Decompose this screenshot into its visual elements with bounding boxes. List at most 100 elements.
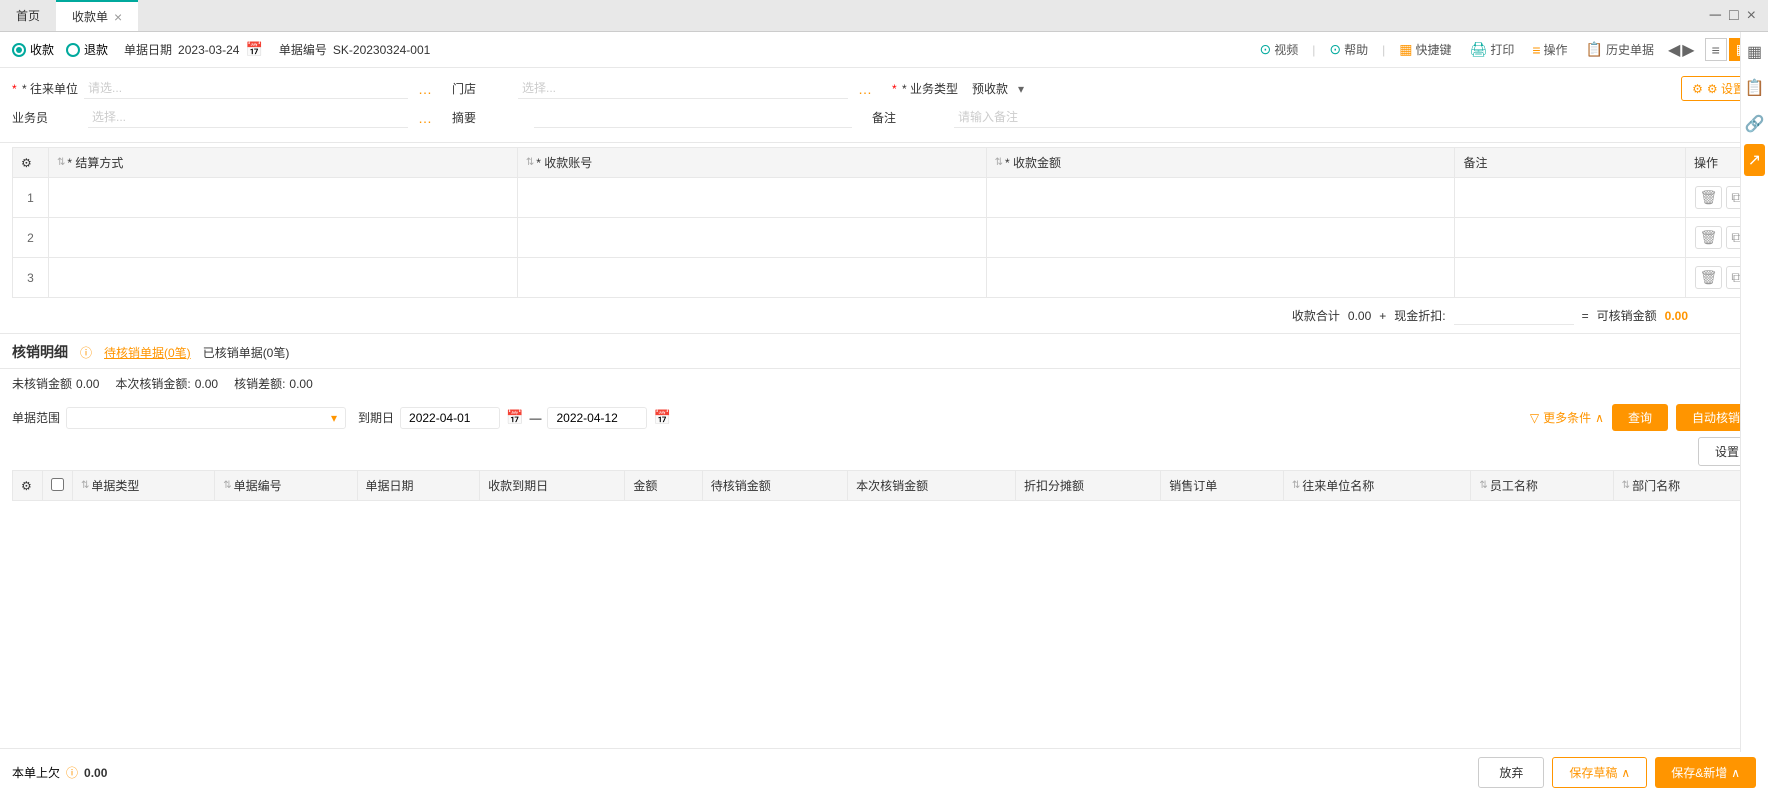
form-row-1: * * 往来单位 … 门店 … * * 业务类型 预收款 ▾ xyxy=(12,76,1756,101)
row2-settlement[interactable] xyxy=(49,218,518,258)
bottom-col-settings[interactable]: ⚙ xyxy=(13,471,43,501)
tab-home[interactable]: 首页 xyxy=(0,0,56,31)
radio-refund-dot xyxy=(66,43,80,57)
bottom-col-check xyxy=(43,471,73,501)
more-filter-btn[interactable]: ▽ 更多条件 ∧ xyxy=(1530,409,1604,426)
nav-prev-btn[interactable]: ◀ xyxy=(1668,40,1680,60)
nav-next-btn[interactable]: ▶ xyxy=(1682,40,1694,60)
history-icon: 📋 xyxy=(1586,41,1603,58)
bill-no-field: 单据编号 SK-20230324-001 xyxy=(279,41,430,58)
summary-input[interactable] xyxy=(534,107,852,128)
remark-field: 备注 xyxy=(872,107,1756,128)
row1-remark[interactable] xyxy=(1455,178,1686,218)
save-chevron-icon: ∧ xyxy=(1731,766,1740,780)
bottom-col-due-date: 收款到期日 xyxy=(480,471,625,501)
store-field: 门店 … xyxy=(452,78,872,99)
date-from-input[interactable] xyxy=(400,407,500,429)
help-btn[interactable]: ⊙ 帮助 xyxy=(1325,39,1372,60)
row3-delete-icon[interactable]: 🗑 xyxy=(1695,266,1723,289)
remark-input[interactable] xyxy=(954,107,1756,128)
counterpart-input[interactable] xyxy=(84,78,408,99)
unverified-value: 0.00 xyxy=(76,377,99,391)
date-to-input[interactable] xyxy=(547,407,647,429)
calendar-to-icon[interactable]: 📅 xyxy=(653,409,670,426)
store-more-icon[interactable]: … xyxy=(858,81,872,97)
table-row: 2 🗑 ⧉ xyxy=(13,218,1756,258)
hexiao-header: 核销明细 ⓘ 待核销单据(0笔) 已核销单据(0笔) xyxy=(0,334,1768,369)
verify-value: 0.00 xyxy=(1665,309,1688,323)
history-btn[interactable]: 📋 历史单据 xyxy=(1582,39,1658,60)
row3-account[interactable] xyxy=(517,258,986,298)
discount-label: 现金折扣: xyxy=(1394,307,1445,324)
biz-type-dropdown-icon[interactable]: ▾ xyxy=(1018,82,1024,96)
form-row-2: 业务员 … 摘要 备注 xyxy=(12,107,1756,128)
staff-more-icon[interactable]: … xyxy=(418,110,432,126)
calendar-icon[interactable]: 📅 xyxy=(245,41,262,58)
row1-account[interactable] xyxy=(517,178,986,218)
bill-date-field: 单据日期 2023-03-24 📅 xyxy=(124,41,263,58)
query-button[interactable]: 查询 xyxy=(1612,404,1668,431)
bottom-col-bill-date: 单据日期 xyxy=(357,471,480,501)
save-button[interactable]: 保存&新增 ∧ xyxy=(1655,757,1756,788)
window-close-icon[interactable]: × xyxy=(1747,7,1756,25)
print-btn[interactable]: 🖨 打印 xyxy=(1466,39,1519,60)
staff-sort: ⇅ 员工名称 xyxy=(1479,477,1604,494)
col-account-label: * 收款账号 xyxy=(536,154,592,171)
discard-button[interactable]: 放弃 xyxy=(1478,757,1544,788)
dept-sort: ⇅ 部门名称 xyxy=(1622,477,1747,494)
completed-tab[interactable]: 已核销单据(0笔) xyxy=(203,344,290,361)
window-minimize-icon[interactable]: ─ xyxy=(1710,7,1721,25)
calendar-from-icon[interactable]: 📅 xyxy=(506,409,523,426)
bottom-bar-right: 放弃 保存草稿 ∧ 保存&新增 ∧ xyxy=(1478,757,1756,788)
view-list-btn[interactable]: ≡ xyxy=(1705,38,1727,61)
pending-tab[interactable]: 待核销单据(0笔) xyxy=(104,344,191,361)
col-action-label: 操作 xyxy=(1694,156,1718,170)
store-input[interactable] xyxy=(518,78,848,99)
sidebar-table-icon[interactable]: ▦ xyxy=(1743,36,1766,68)
row1-delete-icon[interactable]: 🗑 xyxy=(1695,186,1723,209)
row3-remark[interactable] xyxy=(1455,258,1686,298)
current-verify-label: 本次核销金额: xyxy=(115,375,190,392)
sep1: | xyxy=(1312,43,1315,57)
col-current-label: 本次核销金额 xyxy=(856,479,928,493)
window-maximize-icon[interactable]: □ xyxy=(1729,7,1739,25)
row1-settlement[interactable] xyxy=(49,178,518,218)
discount-input[interactable] xyxy=(1454,306,1574,325)
date-range: 📅 — 📅 xyxy=(400,407,671,429)
row2-account[interactable] xyxy=(517,218,986,258)
bottom-col-bill-type: ⇅ 单据类型 xyxy=(73,471,215,501)
bill-range-select[interactable]: ▾ xyxy=(66,407,346,429)
nav-arrows: ◀ ▶ xyxy=(1668,40,1695,60)
check-all[interactable] xyxy=(51,478,64,491)
date-separator: — xyxy=(529,411,541,425)
bill-no-value[interactable]: SK-20230324-001 xyxy=(333,43,430,57)
radio-receipt[interactable]: 收款 xyxy=(12,41,54,58)
row1-amount[interactable] xyxy=(986,178,1455,218)
current-info-icon[interactable]: ⓘ xyxy=(66,764,78,781)
draft-button[interactable]: 保存草稿 ∧ xyxy=(1552,757,1647,788)
shortcut-btn[interactable]: ▦ 快捷键 xyxy=(1395,39,1455,60)
video-btn[interactable]: ⊙ 视频 xyxy=(1256,39,1303,60)
unverified-stat: 未核销金额 0.00 xyxy=(12,375,99,392)
col-counterpart-label: 往来单位名称 xyxy=(1302,477,1374,494)
tab-active[interactable]: 收款单 × xyxy=(56,0,138,31)
sidebar-list-icon[interactable]: 📋 xyxy=(1741,72,1768,104)
sidebar-link-icon[interactable]: 🔗 xyxy=(1741,108,1768,140)
col-due-date-label: 收款到期日 xyxy=(488,479,548,493)
row2-delete-icon[interactable]: 🗑 xyxy=(1695,226,1723,249)
staff-input[interactable] xyxy=(88,107,408,128)
row2-remark[interactable] xyxy=(1455,218,1686,258)
row3-settlement[interactable] xyxy=(49,258,518,298)
operation-btn[interactable]: ≡ 操作 xyxy=(1528,39,1571,60)
bill-date-label: 单据日期 xyxy=(124,41,172,58)
hexiao-info-icon[interactable]: ⓘ xyxy=(80,344,92,361)
counterpart-more-icon[interactable]: … xyxy=(418,81,432,97)
radio-refund[interactable]: 退款 xyxy=(66,41,108,58)
row3-amount[interactable] xyxy=(986,258,1455,298)
bill-date-value[interactable]: 2023-03-24 xyxy=(178,43,239,57)
row2-amount[interactable] xyxy=(986,218,1455,258)
col-settings-header[interactable]: ⚙ xyxy=(13,148,49,178)
tab-close-icon[interactable]: × xyxy=(114,9,122,25)
sidebar-expand-icon[interactable]: ↗ xyxy=(1744,144,1765,176)
bottom-col-amount: 金额 xyxy=(625,471,702,501)
